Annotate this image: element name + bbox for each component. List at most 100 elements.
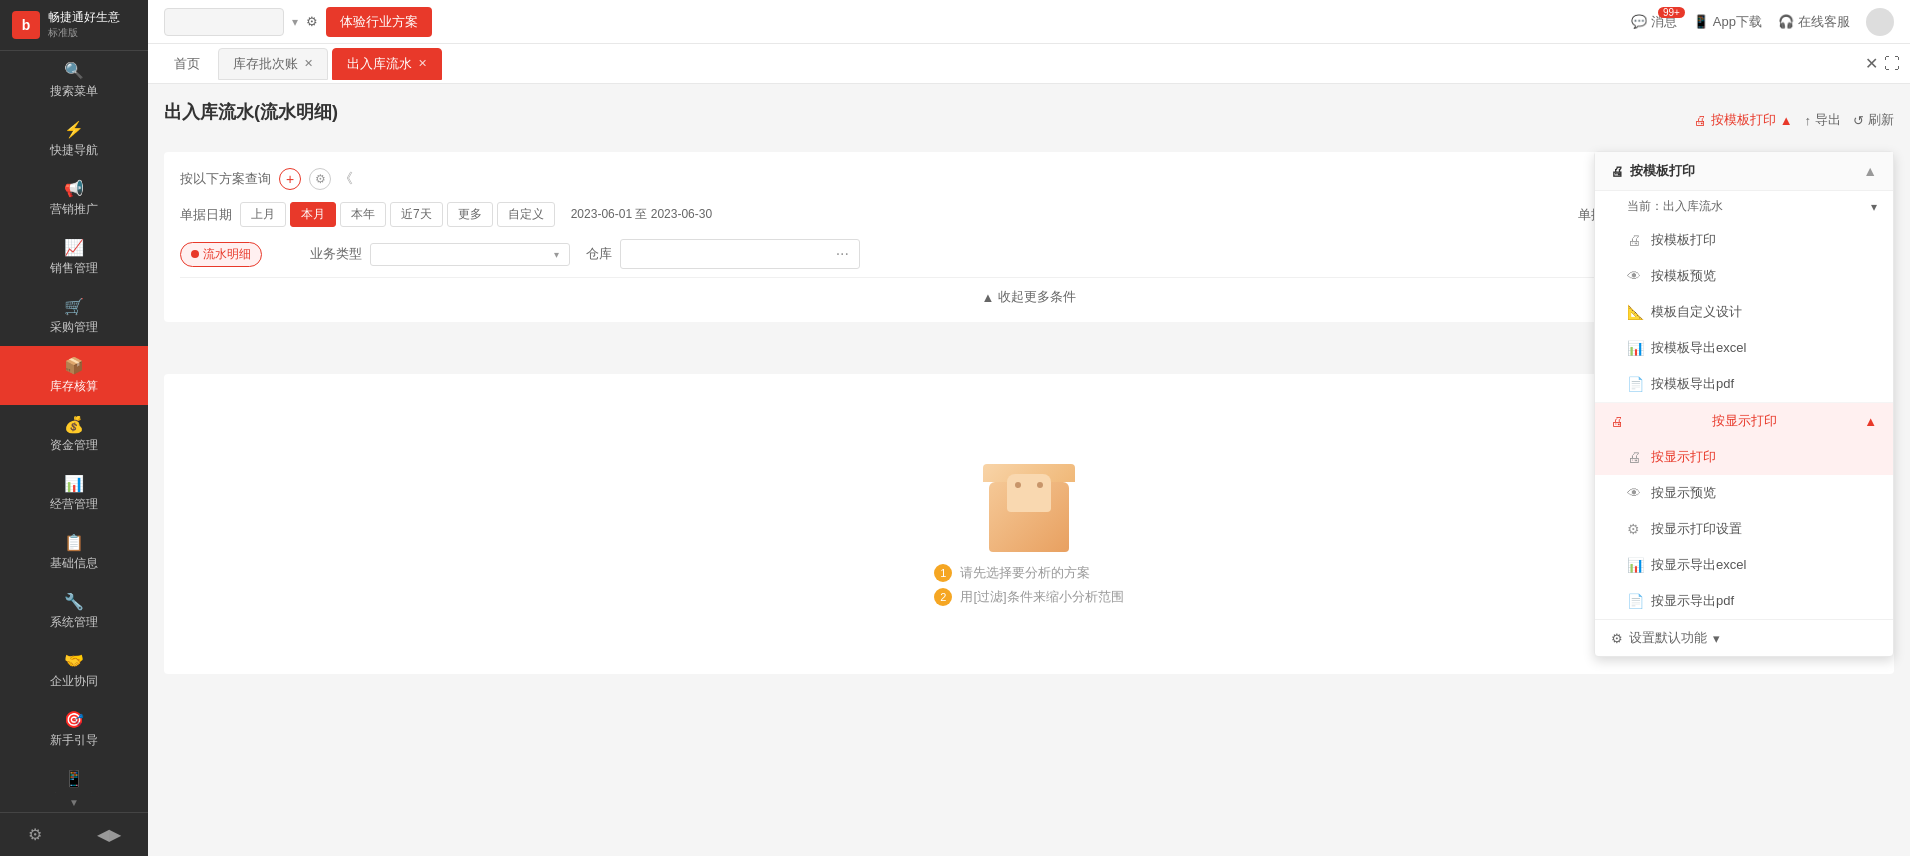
template-print-label: 按模板打印 [1651,231,1716,249]
active-tag-label: 流水明细 [203,246,251,263]
tab-flow-label: 出入库流水 [347,55,412,73]
warehouse-select[interactable]: ··· [620,239,860,269]
header-right: 💬 消息 99+ 📱 App下载 🎧 在线客服 [1631,8,1894,36]
refresh-label: 刷新 [1868,111,1894,129]
dropdown-template-pdf[interactable]: 📄 按模板导出pdf [1595,366,1893,402]
dropdown-display-print[interactable]: 🖨 按显示打印 [1595,439,1893,475]
sidebar-item-label: 采购管理 [50,319,98,336]
export-label: 导出 [1815,111,1841,129]
date-btn-custom[interactable]: 自定义 [497,202,555,227]
gear-icon: ⚙ [1611,631,1623,646]
tab-expand-button[interactable]: ⛶ [1884,54,1900,73]
tab-batch-close[interactable]: ✕ [304,57,313,70]
template-excel-label: 按模板导出excel [1651,339,1746,357]
tab-flow[interactable]: 出入库流水 ✕ [332,48,442,80]
print-icon: 🖨 [1694,113,1707,128]
sidebar-collapse-icon[interactable]: ◀▶ [97,825,121,844]
sales-icon: 📈 [64,238,84,257]
dropdown-display-pdf[interactable]: 📄 按显示导出pdf [1595,583,1893,619]
sidebar-item-search[interactable]: 🔍 搜索菜单 [0,51,148,110]
dropdown-display-settings[interactable]: ⚙ 按显示打印设置 [1595,511,1893,547]
date-btn-this-year[interactable]: 本年 [340,202,386,227]
user-avatar-item[interactable] [1866,8,1894,36]
step-2-text: 用[过滤]条件来缩小分析范围 [960,588,1123,606]
system-icon: 🔧 [64,592,84,611]
header-dropdown-arrow[interactable]: ▾ [292,15,298,29]
headset-icon: 🎧 [1778,14,1794,29]
date-btn-last-month[interactable]: 上月 [240,202,286,227]
dropdown-template-custom[interactable]: 📐 模板自定义设计 [1595,294,1893,330]
face-eye-left [1015,482,1021,488]
biz-type-select[interactable]: ▾ [370,243,570,266]
print-template-button[interactable]: 🖨 按模板打印 ▲ [1694,111,1793,129]
trial-button[interactable]: 体验行业方案 [326,7,432,37]
header-gear-icon[interactable]: ⚙ [306,14,318,29]
sidebar-item-marketing[interactable]: 📢 营销推广 [0,169,148,228]
cooperation-icon: 🤝 [64,651,84,670]
active-filter-tag[interactable]: 流水明细 [180,242,262,267]
template-custom-label: 模板自定义设计 [1651,303,1742,321]
sidebar-item-guide[interactable]: 🎯 新手引导 [0,700,148,759]
empty-step-2: 2 用[过滤]条件来缩小分析范围 [934,588,1123,606]
sidebar-item-system[interactable]: 🔧 系统管理 [0,582,148,641]
dropdown-template-excel[interactable]: 📊 按模板导出excel [1595,330,1893,366]
sidebar-item-basic[interactable]: 📋 基础信息 [0,523,148,582]
display-settings-label: 按显示打印设置 [1651,520,1742,538]
dropdown-display-preview[interactable]: 👁 按显示预览 [1595,475,1893,511]
refresh-button[interactable]: ↺ 刷新 [1853,111,1894,129]
face-eye-right [1037,482,1043,488]
sidebar-item-finance[interactable]: 💰 资金管理 [0,405,148,464]
sidebar-item-label: 营销推广 [50,201,98,218]
warehouse-more-icon[interactable]: ··· [836,245,849,263]
online-service-item[interactable]: 🎧 在线客服 [1778,13,1850,31]
tag-dot-icon [191,250,199,258]
dropdown-template-print[interactable]: 🖨 按模板打印 [1595,222,1893,258]
sidebar-item-purchase[interactable]: 🛒 采购管理 [0,287,148,346]
tab-home[interactable]: 首页 [160,49,214,79]
collapse-label: 收起更多条件 [998,288,1076,306]
filter-settings-button[interactable]: ⚙ [309,168,331,190]
sidebar-item-sales[interactable]: 📈 销售管理 [0,228,148,287]
main-area: ▾ ⚙ 体验行业方案 💬 消息 99+ 📱 App下载 🎧 在线客服 [148,0,1910,856]
sidebar-item-inventory[interactable]: 📦 库存核算 [0,346,148,405]
sidebar-settings-icon[interactable]: ⚙ [28,825,42,844]
message-badge-item[interactable]: 💬 消息 99+ [1631,13,1677,31]
tab-flow-close[interactable]: ✕ [418,57,427,70]
app-download-item[interactable]: 📱 App下载 [1693,13,1762,31]
apps-icon: 📱 [64,769,84,788]
sidebar-item-shortcut[interactable]: ⚡ 快捷导航 [0,110,148,169]
dropdown-collapse-icon[interactable]: ▲ [1863,163,1877,179]
template-print-icon: 🖨 [1627,232,1643,248]
dropdown-display-excel[interactable]: 📊 按显示导出excel [1595,547,1893,583]
footer-label: 设置默认功能 [1629,629,1707,647]
date-btn-this-month[interactable]: 本月 [290,202,336,227]
tabs-right-controls: ✕ ⛶ [1865,54,1900,73]
empty-state: 1 请先选择要分析的方案 2 用[过滤]条件来缩小分析范围 [934,442,1123,606]
display-excel-icon: 📊 [1627,557,1643,573]
guide-icon: 🎯 [64,710,84,729]
dropdown-footer[interactable]: ⚙ 设置默认功能 ▾ [1595,619,1893,656]
filter-collapse-button[interactable]: 《 [339,170,353,188]
page-title: 出入库流水(流水明细) [164,100,338,124]
app-download-label: App下载 [1713,13,1762,31]
display-preview-label: 按显示预览 [1651,484,1716,502]
filter-add-button[interactable]: + [279,168,301,190]
date-btn-7days[interactable]: 近7天 [390,202,443,227]
dropdown-template-preview[interactable]: 👁 按模板预览 [1595,258,1893,294]
filter-date-range-item: 2023-06-01 至 2023-06-30 [571,206,712,223]
tabs-bar: 首页 库存批次账 ✕ 出入库流水 ✕ ✕ ⛶ [148,44,1910,84]
sidebar-scroll-down-arrow[interactable]: ▼ [0,793,148,812]
sidebar-item-operation[interactable]: 📊 经营管理 [0,464,148,523]
sidebar-item-cooperation[interactable]: 🤝 企业协同 [0,641,148,700]
user-display[interactable] [164,8,284,36]
sidebar-item-apps[interactable]: 📱 应用中心 [0,759,148,793]
tab-batch[interactable]: 库存批次账 ✕ [218,48,328,80]
sidebar-item-label: 企业协同 [50,673,98,690]
dropdown-display-header[interactable]: 🖨 按显示打印 ▲ [1595,403,1893,439]
display-header-icon: 🖨 [1611,414,1624,429]
tab-close-all-button[interactable]: ✕ [1865,54,1878,73]
sidebar-item-label: 新手引导 [50,732,98,749]
date-btn-more[interactable]: 更多 [447,202,493,227]
export-button[interactable]: ↑ 导出 [1805,111,1842,129]
dropdown-print-icon: 🖨 [1611,164,1624,179]
